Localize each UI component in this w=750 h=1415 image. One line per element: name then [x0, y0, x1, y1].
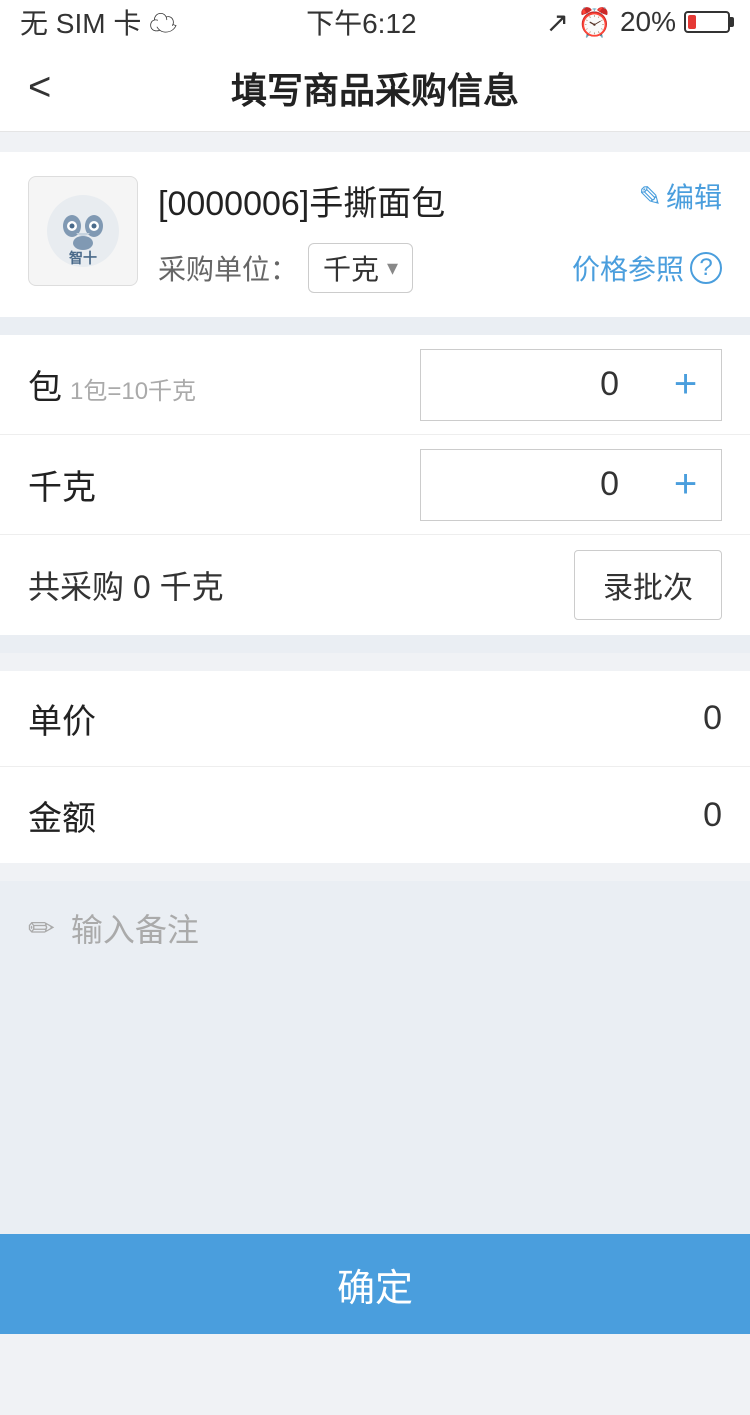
unit-value: 千克 [323, 248, 379, 288]
unit-price-label: 单价 [28, 694, 96, 743]
no-sim-label: 无 SIM 卡 ☁ [20, 2, 177, 42]
product-name: [0000006]手撕面包 [158, 176, 445, 225]
remark-placeholder: 输入备注 [71, 905, 199, 951]
edit-button[interactable]: ✎ 编辑 [639, 176, 722, 216]
svg-text:智十: 智十 [68, 250, 97, 266]
section-divider-1 [0, 317, 750, 335]
confirm-button[interactable]: 确定 [0, 1234, 750, 1334]
bao-input-row: 包 1包=10千克 + [0, 335, 750, 435]
price-section: 单价 0 金额 0 [0, 671, 750, 863]
price-ref-button[interactable]: 价格参照 ? [572, 248, 722, 288]
status-bar: 无 SIM 卡 ☁ 下午6:12 ↗ ⏰ 20% [0, 0, 750, 44]
bao-sub: 1包=10千克 [70, 371, 196, 406]
status-time: 下午6:12 [306, 2, 417, 42]
kg-input-right: + [420, 449, 722, 521]
back-button[interactable]: < [28, 65, 51, 110]
kg-plus-button[interactable]: + [650, 449, 722, 521]
location-icon: ↗ [546, 6, 569, 39]
pencil-icon: ✏ [28, 909, 55, 947]
batch-button[interactable]: 录批次 [574, 550, 722, 620]
battery-fill [688, 15, 696, 29]
unit-select[interactable]: 千克 ▾ [308, 243, 413, 293]
bao-label: 包 [28, 360, 62, 409]
back-icon: < [28, 65, 51, 109]
bao-plus-button[interactable]: + [650, 349, 722, 421]
summary-row: 共采购 0 千克 录批次 [0, 535, 750, 635]
product-logo: 智十 [43, 191, 123, 271]
kg-input-row: 千克 + [0, 435, 750, 535]
kg-input[interactable] [420, 449, 650, 521]
product-header: [0000006]手撕面包 ✎ 编辑 [158, 176, 722, 225]
amount-label: 金额 [28, 791, 96, 840]
battery-icon [684, 11, 730, 33]
alarm-icon: ⏰ [577, 6, 612, 39]
help-icon: ? [690, 252, 722, 284]
dropdown-arrow-icon: ▾ [387, 255, 398, 281]
page-title: 填写商品采购信息 [231, 62, 519, 114]
product-info: [0000006]手撕面包 ✎ 编辑 采购单位： 千克 ▾ 价格参照 ? [158, 176, 722, 293]
section-divider-2 [0, 635, 750, 653]
unit-price-value: 0 [703, 699, 722, 738]
summary-text: 共采购 0 千克 [28, 562, 224, 608]
status-right: ↗ ⏰ 20% [546, 6, 730, 39]
unit-row: 采购单位： 千克 ▾ 价格参照 ? [158, 243, 722, 293]
bao-input-right: + [420, 349, 722, 421]
kg-label: 千克 [28, 460, 96, 509]
input-section: 包 1包=10千克 + 千克 + [0, 335, 750, 535]
edit-icon: ✎ [639, 180, 662, 213]
edit-label: 编辑 [666, 176, 722, 216]
nav-bar: < 填写商品采购信息 [0, 44, 750, 132]
remark-section[interactable]: ✏ 输入备注 [0, 881, 750, 975]
bao-input[interactable] [420, 349, 650, 421]
battery-percent: 20% [620, 6, 676, 38]
unit-label: 采购单位： [158, 248, 298, 288]
amount-value: 0 [703, 796, 722, 835]
product-thumbnail: 智十 [28, 176, 138, 286]
price-ref-label: 价格参照 [572, 248, 684, 288]
amount-row: 金额 0 [0, 767, 750, 863]
product-card: 智十 [0000006]手撕面包 ✎ 编辑 采购单位： 千克 ▾ [0, 152, 750, 317]
unit-price-row: 单价 0 [0, 671, 750, 767]
status-left: 无 SIM 卡 ☁ [20, 2, 177, 42]
